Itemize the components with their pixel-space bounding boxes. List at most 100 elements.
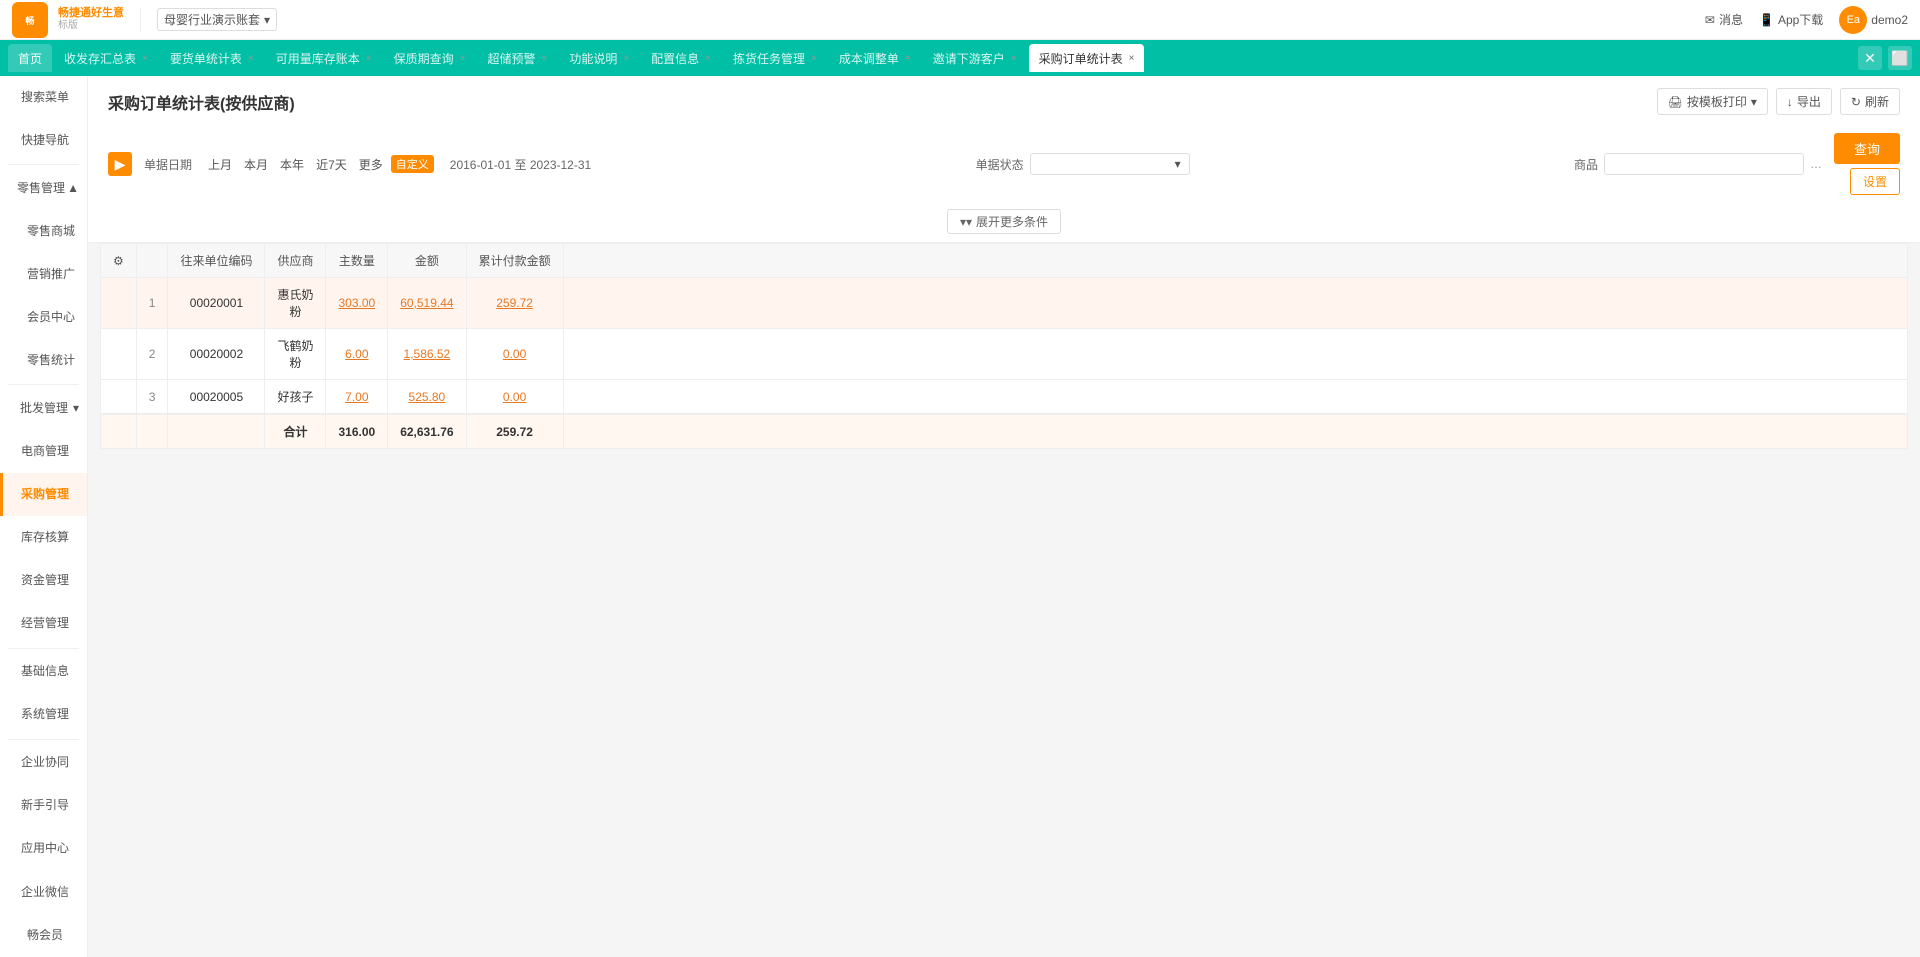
tab-purchase-stat[interactable]: 采购订单统计表 × bbox=[1029, 44, 1145, 72]
top-bar: 畅 畅捷通好生意 标版 母婴行业演示账套 ▾ ✉ 消息 📱 App下载 Ea d… bbox=[0, 0, 1920, 40]
tab-config-info[interactable]: 配置信息 × bbox=[641, 44, 721, 72]
main-layout: 搜索菜单 快捷导航 零售管理 ▲ 零售商城 营销推广 会员中心 零售统计 批发管… bbox=[0, 76, 1920, 957]
tab-goods-stat[interactable]: 要货单统计表 × bbox=[160, 44, 264, 72]
sidebar-item-member-center[interactable]: 会员中心 bbox=[0, 296, 87, 339]
expand-more-button[interactable]: ▾▾ 展开更多条件 bbox=[947, 209, 1061, 234]
sidebar-item-finance[interactable]: 资金管理 bbox=[0, 559, 87, 602]
footer-empty-cell bbox=[136, 414, 168, 449]
tab-pick-task-label: 拣货任务管理 bbox=[733, 50, 805, 67]
th-settings[interactable]: ⚙ bbox=[101, 244, 137, 278]
sidebar-item-inventory[interactable]: 库存核算 bbox=[0, 516, 87, 559]
tab-goods-stat-label: 要货单统计表 bbox=[170, 50, 242, 67]
sidebar-item-sys-mgmt[interactable]: 系统管理 bbox=[0, 694, 87, 737]
tab-home[interactable]: 首页 bbox=[8, 44, 52, 72]
sidebar-item-marketing[interactable]: 营销推广 bbox=[0, 253, 87, 296]
tab-config-info-close[interactable]: × bbox=[705, 53, 711, 64]
tab-receive-send[interactable]: 收发存汇总表 × bbox=[54, 44, 158, 72]
tab-invite-customer-label: 邀请下游客户 bbox=[933, 50, 1005, 67]
goods-more-icon[interactable]: … bbox=[1810, 157, 1822, 171]
sidebar-item-wholesale-mgmt[interactable]: 批发管理 ▾ bbox=[0, 387, 87, 430]
tab-func-desc[interactable]: 功能说明 × bbox=[559, 44, 639, 72]
sidebar-item-app-center[interactable]: 应用中心 bbox=[0, 828, 87, 871]
tab-cost-adjust[interactable]: 成本调整单 × bbox=[829, 44, 921, 72]
paid-amount-link-3: 0.00 bbox=[503, 390, 526, 404]
th-amount: 金额 bbox=[388, 244, 466, 278]
goods-filter-label: 商品 bbox=[1574, 156, 1598, 173]
cell-paid-amount-2[interactable]: 0.00 bbox=[466, 329, 563, 380]
tab-invite-customer[interactable]: 邀请下游客户 × bbox=[923, 44, 1027, 72]
table-body: 1 00020001 惠氏奶粉 303.00 60,519.44 259.72 … bbox=[101, 278, 1908, 415]
tab-cost-adjust-close[interactable]: × bbox=[905, 53, 911, 64]
sidebar-item-new-guide[interactable]: 新手引导 bbox=[0, 785, 87, 828]
sidebar-item-search[interactable]: 搜索菜单 bbox=[0, 76, 87, 119]
cell-amount-3[interactable]: 525.80 bbox=[388, 380, 466, 415]
tab-available-stock[interactable]: 可用量库存账本 × bbox=[266, 44, 382, 72]
print-icon: 🖨 bbox=[1668, 95, 1683, 109]
export-button[interactable]: ↓ 导出 bbox=[1776, 88, 1832, 115]
cell-main-qty-1[interactable]: 303.00 bbox=[326, 278, 388, 329]
cell-paid-amount-1[interactable]: 259.72 bbox=[466, 278, 563, 329]
sidebar-retail-stat-label: 零售统计 bbox=[27, 353, 75, 369]
sidebar-item-basic-info[interactable]: 基础信息 bbox=[0, 651, 87, 694]
sidebar-item-enterprise-wechat[interactable]: 企业微信 bbox=[0, 871, 87, 914]
status-select[interactable]: ▾ bbox=[1030, 153, 1190, 175]
footer-main-qty: 316.00 bbox=[326, 414, 388, 449]
query-button[interactable]: 查询 bbox=[1834, 133, 1900, 164]
sidebar-divider-2 bbox=[8, 384, 79, 385]
date-shortcut-last-month[interactable]: 上月 bbox=[204, 154, 236, 175]
top-bar-right: ✉ 消息 📱 App下载 Ea demo2 bbox=[1705, 6, 1908, 34]
date-shortcut-7days[interactable]: 近7天 bbox=[312, 154, 351, 175]
th-main-qty: 主数量 bbox=[326, 244, 388, 278]
cell-amount-1[interactable]: 60,519.44 bbox=[388, 278, 466, 329]
tab-expiry-query-close[interactable]: × bbox=[460, 53, 466, 64]
tab-purchase-stat-close[interactable]: × bbox=[1129, 53, 1135, 64]
goods-input[interactable] bbox=[1604, 153, 1804, 175]
sidebar-purchase-mgmt-label: 采购管理 bbox=[21, 487, 69, 503]
message-button[interactable]: ✉ 消息 bbox=[1705, 11, 1743, 28]
sidebar-item-purchase-mgmt[interactable]: 采购管理 bbox=[0, 473, 87, 516]
username: demo2 bbox=[1871, 13, 1908, 27]
tab-func-desc-close[interactable]: × bbox=[623, 53, 629, 64]
tab-pick-task-close[interactable]: × bbox=[811, 53, 817, 64]
tab-purchase-stat-label: 采购订单统计表 bbox=[1039, 50, 1123, 67]
settings-button[interactable]: 设置 bbox=[1850, 168, 1900, 195]
expand-more-label: 展开更多条件 bbox=[976, 213, 1048, 230]
tab-receive-send-close[interactable]: × bbox=[142, 53, 148, 64]
sidebar-item-ecommerce[interactable]: 电商管理 bbox=[0, 430, 87, 473]
print-button[interactable]: 🖨 按模板打印 ▾ bbox=[1657, 88, 1768, 115]
tab-goods-stat-close[interactable]: × bbox=[248, 53, 254, 64]
th-partner-code: 往来单位编码 bbox=[168, 244, 265, 278]
sidebar-item-retail-mall[interactable]: 零售商城 bbox=[0, 210, 87, 253]
workspace-selector[interactable]: 母婴行业演示账套 ▾ bbox=[157, 8, 277, 31]
close-tab-button[interactable]: ✕ bbox=[1858, 46, 1882, 70]
filter-toggle-button[interactable]: ▶ bbox=[108, 152, 132, 176]
sidebar-member-center-label: 会员中心 bbox=[27, 310, 75, 326]
sidebar-item-retail-mgmt[interactable]: 零售管理 ▲ bbox=[0, 167, 87, 210]
tab-config-info-label: 配置信息 bbox=[651, 50, 699, 67]
cell-paid-amount-3[interactable]: 0.00 bbox=[466, 380, 563, 415]
cell-main-qty-3[interactable]: 7.00 bbox=[326, 380, 388, 415]
sidebar-item-ops-mgmt[interactable]: 经营管理 bbox=[0, 603, 87, 646]
sidebar-item-retail-stat[interactable]: 零售统计 bbox=[0, 339, 87, 382]
tab-pick-task[interactable]: 拣货任务管理 × bbox=[723, 44, 827, 72]
date-shortcut-more[interactable]: 更多 bbox=[355, 154, 387, 175]
expand-more-icon: ▾▾ bbox=[960, 215, 972, 229]
sidebar-item-enterprise-collab[interactable]: 企业协同 bbox=[0, 742, 87, 785]
user-profile[interactable]: Ea demo2 bbox=[1839, 6, 1908, 34]
cell-main-qty-2[interactable]: 6.00 bbox=[326, 329, 388, 380]
date-shortcut-this-year[interactable]: 本年 bbox=[276, 154, 308, 175]
refresh-button[interactable]: ↻ 刷新 bbox=[1840, 88, 1900, 115]
tab-overstock-warning-close[interactable]: × bbox=[541, 53, 547, 64]
app-download-button[interactable]: 📱 App下载 bbox=[1759, 11, 1823, 28]
tab-overstock-warning[interactable]: 超储预警 × bbox=[477, 44, 557, 72]
sidebar-item-vip-member[interactable]: 畅会员 bbox=[0, 914, 87, 957]
date-custom-badge[interactable]: 自定义 bbox=[391, 155, 434, 173]
tab-invite-customer-close[interactable]: × bbox=[1011, 53, 1017, 64]
tab-expiry-query[interactable]: 保质期查询 × bbox=[384, 44, 476, 72]
date-shortcut-this-month[interactable]: 本月 bbox=[240, 154, 272, 175]
maximize-tab-button[interactable]: ⬜ bbox=[1888, 46, 1912, 70]
sidebar-item-quick-nav[interactable]: 快捷导航 bbox=[0, 119, 87, 162]
cell-amount-2[interactable]: 1,586.52 bbox=[388, 329, 466, 380]
tab-available-stock-close[interactable]: × bbox=[366, 53, 372, 64]
paid-amount-link-2: 0.00 bbox=[503, 347, 526, 361]
